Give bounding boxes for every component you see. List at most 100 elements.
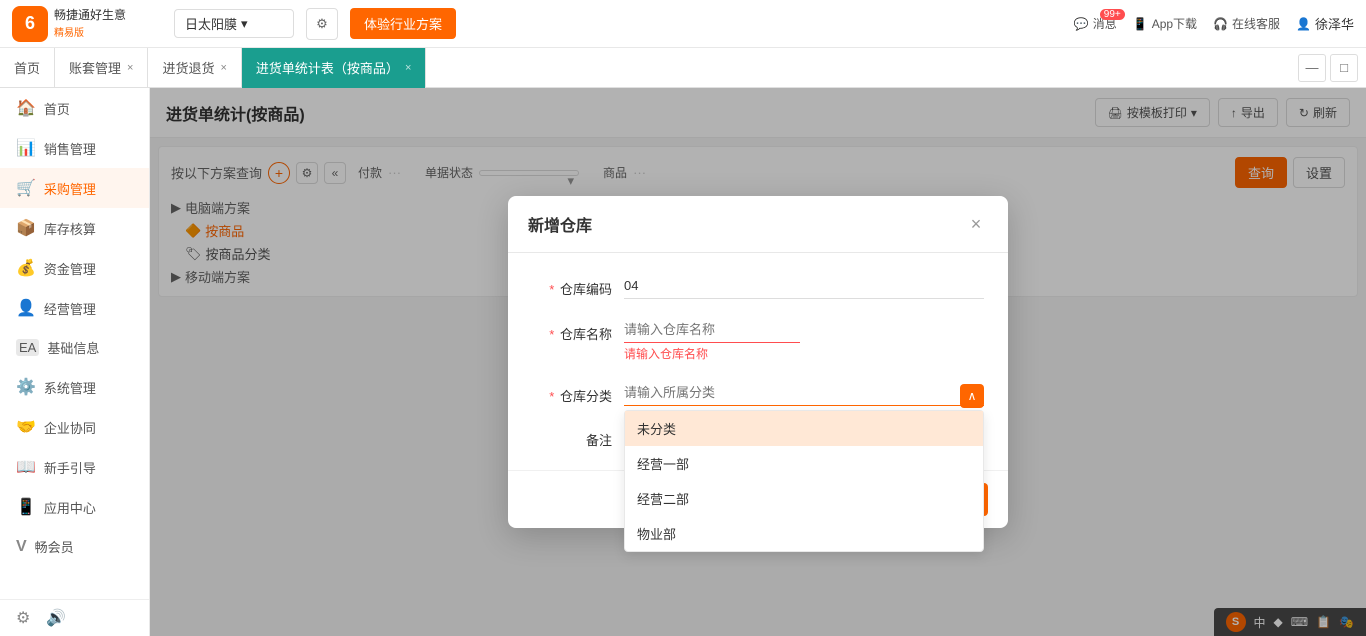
- operations-icon: 👤: [16, 298, 36, 318]
- tab-home[interactable]: 首页: [0, 48, 55, 88]
- tab-account-close[interactable]: ×: [127, 62, 133, 74]
- online-service-button[interactable]: 🎧 在线客服: [1213, 15, 1280, 32]
- app-tag: 精易版: [54, 24, 126, 39]
- modal-overlay: 新增仓库 × * 仓库编码: [150, 88, 1366, 636]
- sidebar-item-basic-info[interactable]: EA 基础信息: [0, 328, 149, 367]
- trial-button[interactable]: 体验行业方案: [350, 8, 456, 39]
- volume-icon[interactable]: 🔊: [46, 608, 66, 628]
- close-icon: ×: [971, 214, 982, 235]
- sidebar: 🏠 首页 📊 销售管理 🛒 采购管理 📦 库存核算 💰 资金管理 👤 经营管理 …: [0, 88, 150, 636]
- sidebar-item-enterprise[interactable]: 🤝 企业协同: [0, 407, 149, 447]
- app-logo-icon: 6: [12, 6, 48, 42]
- sidebar-inventory-label: 库存核算: [44, 219, 96, 238]
- tab-minimize-button[interactable]: —: [1298, 54, 1326, 82]
- basic-info-icon: EA: [16, 339, 39, 356]
- guide-icon: 📖: [16, 457, 36, 477]
- inventory-icon: 📦: [16, 218, 36, 238]
- sidebar-item-inventory[interactable]: 📦 库存核算: [0, 208, 149, 248]
- modal-body: * 仓库编码 * 仓库名称: [508, 253, 1008, 470]
- sidebar-item-home[interactable]: 🏠 首页: [0, 88, 149, 128]
- tab-stats-label: 进货单统计表（按商品）: [256, 58, 399, 77]
- modal-title: 新增仓库: [528, 212, 592, 236]
- logo-area: 6 畅捷通好生意 精易版: [12, 6, 162, 42]
- sidebar-finance-label: 资金管理: [44, 259, 96, 278]
- tab-bar: 首页 账套管理 × 进货退货 × 进货单统计表（按商品） × — □: [0, 48, 1366, 88]
- store-name: 日太阳膜: [185, 14, 237, 33]
- settings-bottom-icon[interactable]: ⚙: [16, 608, 30, 628]
- tab-maximize-button[interactable]: □: [1330, 54, 1358, 82]
- store-selector[interactable]: 日太阳膜 ▾: [174, 9, 294, 38]
- sidebar-item-appcenter[interactable]: 📱 应用中心: [0, 487, 149, 527]
- tab-stats[interactable]: 进货单统计表（按商品） ×: [242, 48, 426, 88]
- sidebar-basic-info-label: 基础信息: [47, 338, 99, 357]
- sidebar-vip-label: 畅会员: [35, 537, 74, 556]
- warehouse-category-field: * 仓库分类 ∧ 未分类 经营一部 经营二部: [532, 380, 984, 406]
- dropdown-item-property[interactable]: 物业部: [625, 516, 983, 551]
- sidebar-purchase-label: 采购管理: [44, 179, 96, 198]
- dropdown-arrow-icon: ▾: [241, 16, 248, 32]
- category-dropdown-list: 未分类 经营一部 经营二部 物业部: [624, 410, 984, 552]
- sidebar-item-guide[interactable]: 📖 新手引导: [0, 447, 149, 487]
- category-dropdown-button[interactable]: ∧: [960, 384, 984, 408]
- sidebar-item-operations[interactable]: 👤 经营管理: [0, 288, 149, 328]
- sidebar-home-label: 首页: [44, 99, 70, 118]
- app-download-button[interactable]: 📱 App下载: [1133, 15, 1197, 32]
- warehouse-code-field: * 仓库编码: [532, 273, 984, 299]
- maximize-icon: □: [1340, 60, 1348, 75]
- sidebar-item-system[interactable]: ⚙️ 系统管理: [0, 367, 149, 407]
- content-area: 进货单统计(按商品) 🖨 按模板打印 ▾ ↑ 导出 ↻ 刷新: [150, 88, 1366, 636]
- name-input[interactable]: [624, 317, 800, 343]
- top-header: 6 畅捷通好生意 精易版 日太阳膜 ▾ ⚙ 体验行业方案 💬 消息 99+ 📱 …: [0, 0, 1366, 48]
- message-icon: 💬: [1074, 17, 1089, 31]
- tab-return[interactable]: 进货退货 ×: [148, 48, 241, 88]
- dropdown-item-dept2[interactable]: 经营二部: [625, 481, 983, 516]
- modal-header: 新增仓库 ×: [508, 196, 1008, 253]
- main-layout: 🏠 首页 📊 销售管理 🛒 采购管理 📦 库存核算 💰 资金管理 👤 经营管理 …: [0, 88, 1366, 636]
- dropdown-item-uncategorized[interactable]: 未分类: [625, 411, 983, 446]
- sidebar-item-purchase[interactable]: 🛒 采购管理: [0, 168, 149, 208]
- warehouse-name-field: * 仓库名称 请输入仓库名称: [532, 317, 984, 362]
- enterprise-icon: 🤝: [16, 417, 36, 437]
- headset-icon: 🎧: [1213, 17, 1228, 31]
- sidebar-operations-label: 经营管理: [44, 299, 96, 318]
- messages-button[interactable]: 💬 消息 99+: [1074, 15, 1117, 32]
- category-select-wrap: ∧ 未分类 经营一部 经营二部 物业部: [624, 380, 984, 406]
- sidebar-item-vip[interactable]: V 畅会员: [0, 527, 149, 566]
- sidebar-appcenter-label: 应用中心: [44, 498, 96, 517]
- app-download-label: App下载: [1152, 15, 1197, 32]
- tab-account[interactable]: 账套管理 ×: [55, 48, 148, 88]
- phone-icon: 📱: [1133, 17, 1148, 31]
- gear-button[interactable]: ⚙: [306, 8, 338, 40]
- sidebar-item-finance[interactable]: 💰 资金管理: [0, 248, 149, 288]
- sidebar-item-sales[interactable]: 📊 销售管理: [0, 128, 149, 168]
- gear-icon: ⚙: [316, 16, 328, 32]
- online-service-label: 在线客服: [1232, 15, 1280, 32]
- header-right: 💬 消息 99+ 📱 App下载 🎧 在线客服 👤 徐泽华: [1074, 14, 1354, 33]
- dropdown-item-dept1[interactable]: 经营一部: [625, 446, 983, 481]
- message-badge: 99+: [1100, 9, 1125, 20]
- user-menu[interactable]: 👤 徐泽华: [1296, 14, 1354, 33]
- sidebar-enterprise-label: 企业协同: [44, 418, 96, 437]
- modal-close-button[interactable]: ×: [964, 212, 988, 236]
- vip-icon: V: [16, 538, 27, 556]
- sales-icon: 📊: [16, 138, 36, 158]
- app-name: 畅捷通好生意: [54, 8, 126, 24]
- tab-actions: — □: [1298, 54, 1366, 82]
- modal-new-warehouse: 新增仓库 × * 仓库编码: [508, 196, 1008, 528]
- code-input[interactable]: [624, 273, 984, 299]
- sidebar-sales-label: 销售管理: [44, 139, 96, 158]
- appcenter-icon: 📱: [16, 497, 36, 517]
- tab-return-label: 进货退货: [162, 58, 214, 77]
- sidebar-guide-label: 新手引导: [44, 458, 96, 477]
- category-label: * 仓库分类: [532, 380, 612, 405]
- username-label: 徐泽华: [1315, 14, 1354, 33]
- user-icon: 👤: [1296, 17, 1311, 31]
- tab-stats-close[interactable]: ×: [405, 62, 411, 74]
- name-error-message: 请输入仓库名称: [624, 345, 708, 362]
- minimize-icon: —: [1306, 60, 1319, 75]
- tab-return-close[interactable]: ×: [220, 62, 226, 74]
- remark-label: 备注: [532, 424, 612, 449]
- category-input[interactable]: [624, 380, 984, 406]
- code-label: * 仓库编码: [532, 273, 612, 298]
- chevron-up-icon: ∧: [968, 389, 977, 403]
